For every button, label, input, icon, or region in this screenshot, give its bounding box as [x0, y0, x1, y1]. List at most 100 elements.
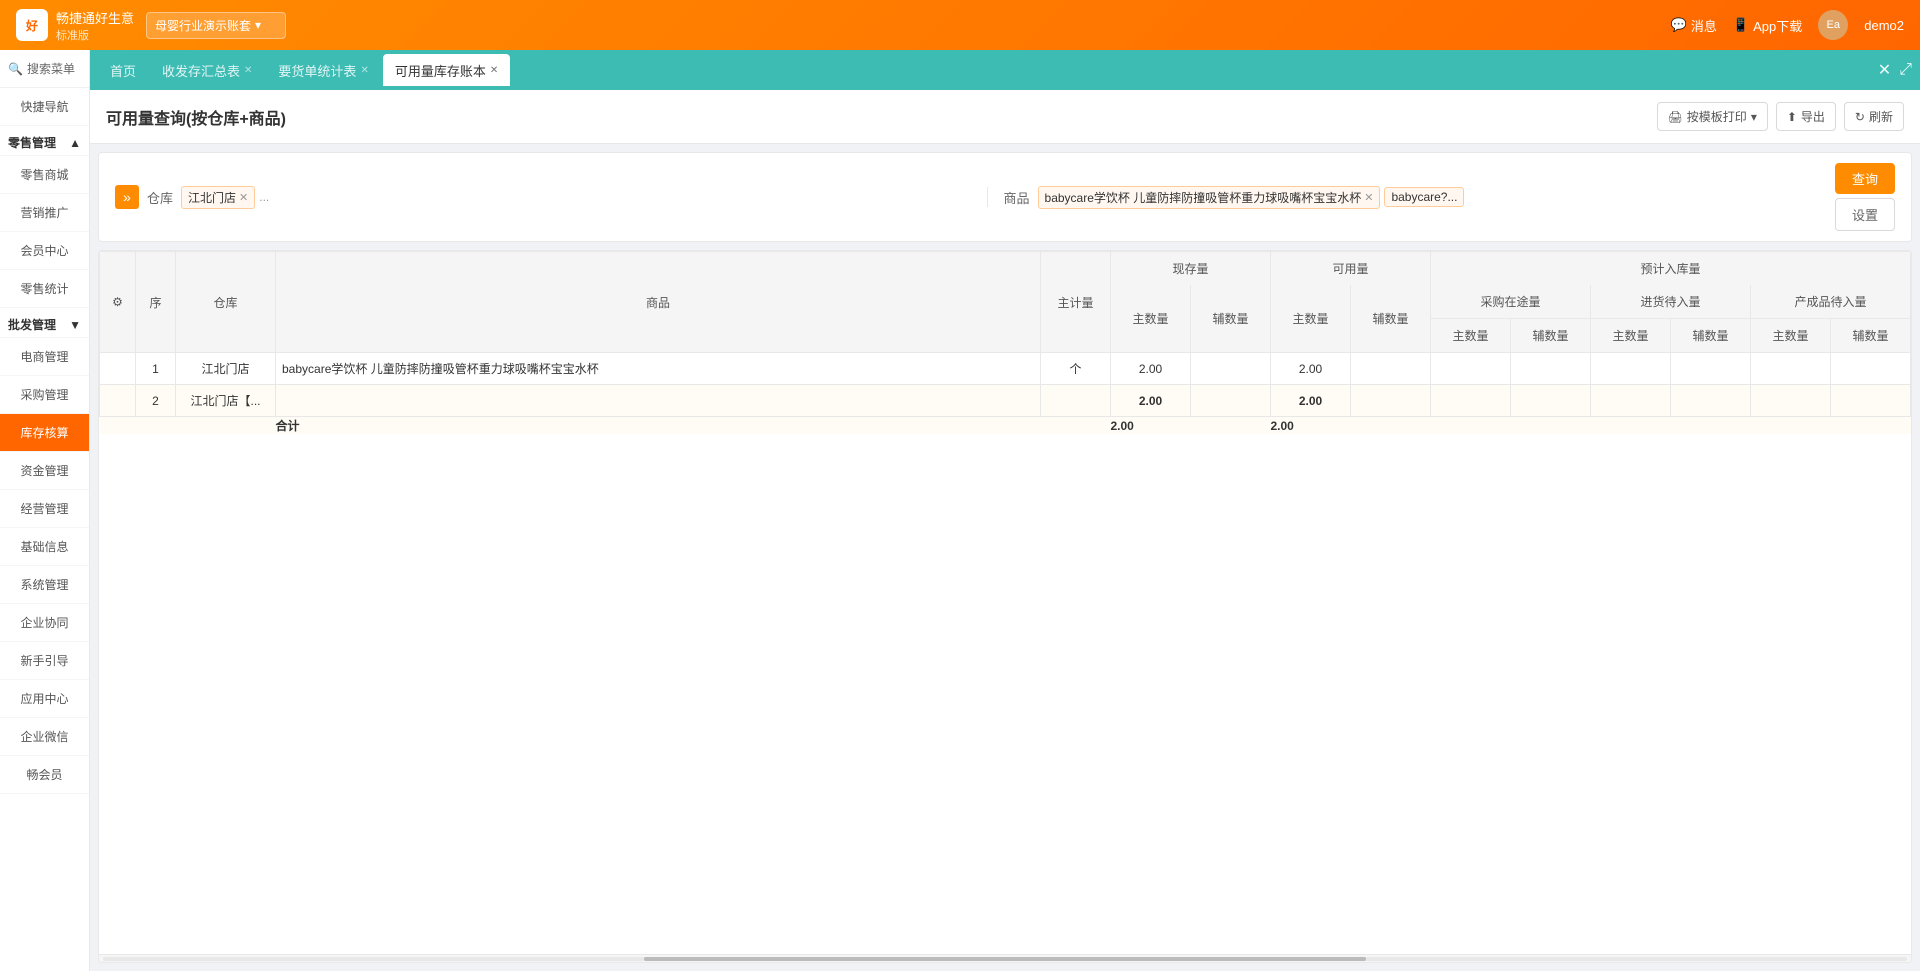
sidebar-item-member[interactable]: 畅会员 — [0, 756, 89, 794]
th-current-stock-main: 主数量 — [1111, 285, 1191, 353]
query-buttons: 查询 设置 — [1835, 163, 1895, 231]
industry-selector[interactable]: 母婴行业演示账套 ▾ — [146, 12, 286, 39]
username[interactable]: demo2 — [1864, 18, 1904, 33]
cell-warehouse-2: 江北门店【... — [176, 385, 276, 417]
th-available-main: 主数量 — [1271, 285, 1351, 353]
sidebar-item-inventory[interactable]: 库存核算 — [0, 414, 89, 452]
product-tag-2: babycare?... — [1384, 187, 1464, 207]
tab-bar-right: ✕ ⤢ — [1878, 60, 1912, 80]
summary-row: 合计 2.00 2.00 — [100, 417, 1911, 435]
cell-unit-1: 个 — [1041, 353, 1111, 385]
product-tag-1-close[interactable]: ✕ — [1364, 191, 1373, 204]
sidebar-item-retail-stats[interactable]: 零售统计 — [0, 270, 89, 308]
print-icon: 🖨 — [1668, 110, 1683, 124]
export-button[interactable]: ⬆ 导出 — [1776, 102, 1836, 131]
search-label: 搜索菜单 — [27, 60, 75, 77]
cell-goods-main-2 — [1591, 385, 1671, 417]
tab-receipt-summary[interactable]: 收发存汇总表 ✕ — [150, 54, 264, 86]
maximize-button[interactable]: ⤢ — [1899, 61, 1912, 79]
marketing-label: 营销推广 — [20, 206, 68, 220]
avatar[interactable]: Ea — [1818, 10, 1848, 40]
chevron-down-icon-print: ▾ — [1751, 110, 1757, 124]
sidebar-item-member-center[interactable]: 会员中心 — [0, 232, 89, 270]
refresh-label: 刷新 — [1869, 108, 1893, 125]
cell-prod-aux-2 — [1831, 385, 1911, 417]
sidebar-item-wechat[interactable]: 企业微信 — [0, 718, 89, 756]
cell-purchase-aux-1 — [1511, 353, 1591, 385]
tab-available-inventory-close[interactable]: ✕ — [490, 65, 498, 76]
cell-product-2 — [276, 385, 1041, 417]
cell-product-1: babycare学饮杯 儿童防摔防撞吸管杯重力球吸嘴杯宝宝水杯 — [276, 353, 1041, 385]
warehouse-filter-tags: 江北门店 ✕ ... — [181, 186, 970, 209]
th-main-unit: 主计量 — [1041, 252, 1111, 353]
tab-receipt-summary-label: 收发存汇总表 — [162, 61, 240, 80]
sidebar-item-finance[interactable]: 资金管理 — [0, 452, 89, 490]
logo-subtitle: 标准版 — [56, 27, 134, 43]
sidebar-item-ecommerce[interactable]: 电商管理 — [0, 338, 89, 376]
refresh-button[interactable]: ↻ 刷新 — [1844, 102, 1904, 131]
tab-home[interactable]: 首页 — [98, 54, 148, 86]
template-print-button[interactable]: 🖨 按模板打印 ▾ — [1657, 102, 1768, 131]
sidebar-item-wholesale-management[interactable]: 批发管理 ▼ — [0, 308, 89, 338]
horizontal-scrollbar[interactable] — [99, 954, 1911, 962]
app-download-button[interactable]: 📱 App下载 — [1733, 16, 1802, 35]
sidebar-item-enterprise[interactable]: 企业协同 — [0, 604, 89, 642]
sidebar-search[interactable]: 🔍 搜索菜单 — [0, 50, 89, 88]
filter-expand-button[interactable]: » — [115, 185, 139, 209]
scrollbar-thumb[interactable] — [644, 957, 1366, 961]
warehouse-more[interactable]: ... — [259, 190, 269, 204]
operations-label: 经营管理 — [20, 502, 68, 516]
sidebar-item-basic-info[interactable]: 基础信息 — [0, 528, 89, 566]
sidebar-item-quick-nav[interactable]: 快捷导航 — [0, 88, 89, 126]
page-actions: 🖨 按模板打印 ▾ ⬆ 导出 ↻ 刷新 — [1657, 102, 1904, 143]
template-print-label: 按模板打印 — [1687, 108, 1747, 125]
summary-purchase-aux — [1511, 417, 1591, 435]
th-available: 可用量 — [1271, 252, 1431, 286]
warehouse-tag-close[interactable]: ✕ — [239, 191, 248, 204]
sidebar-item-retail-management[interactable]: 零售管理 ▲ — [0, 126, 89, 156]
tab-requisition[interactable]: 要货单统计表 ✕ — [266, 54, 380, 86]
export-icon: ⬆ — [1787, 110, 1797, 124]
summary-prod-aux — [1831, 417, 1911, 435]
page-header: 可用量查询(按仓库+商品) 🖨 按模板打印 ▾ ⬆ 导出 ↻ 刷新 — [90, 90, 1920, 144]
filter-divider — [987, 187, 988, 207]
sidebar-item-operations[interactable]: 经营管理 — [0, 490, 89, 528]
logo-text-block: 畅捷通好生意 标准版 — [56, 8, 134, 43]
sidebar-item-purchase[interactable]: 采购管理 — [0, 376, 89, 414]
summary-empty-1 — [100, 417, 136, 435]
th-num: 序 — [136, 252, 176, 353]
th-purchase-transit-main: 主数量 — [1431, 319, 1511, 353]
sidebar-item-system[interactable]: 系统管理 — [0, 566, 89, 604]
sidebar-item-guide[interactable]: 新手引导 — [0, 642, 89, 680]
product-tag-1-value: babycare学饮杯 儿童防摔防撞吸管杯重力球吸嘴杯宝宝水杯 — [1045, 189, 1362, 206]
retail-mall-label: 零售商城 — [20, 168, 68, 182]
content-area: 可用量查询(按仓库+商品) 🖨 按模板打印 ▾ ⬆ 导出 ↻ 刷新 — [90, 90, 1920, 971]
chevron-down-icon: ▾ — [255, 18, 261, 32]
tab-requisition-close[interactable]: ✕ — [360, 65, 368, 76]
sidebar-item-app-center[interactable]: 应用中心 — [0, 680, 89, 718]
sidebar-item-retail-mall[interactable]: 零售商城 — [0, 156, 89, 194]
summary-prod-main — [1751, 417, 1831, 435]
logo: 好 畅捷通好生意 标准版 — [16, 8, 134, 43]
setting-button[interactable]: 设置 — [1835, 198, 1895, 231]
tab-requisition-label: 要货单统计表 — [278, 61, 356, 80]
tab-receipt-summary-close[interactable]: ✕ — [244, 65, 252, 76]
refresh-icon: ↻ — [1855, 110, 1865, 124]
query-button[interactable]: 查询 — [1835, 163, 1895, 194]
cell-goods-main-1 — [1591, 353, 1671, 385]
summary-label: 合计 — [276, 417, 1041, 435]
cell-avail-main-1: 2.00 — [1271, 353, 1351, 385]
filter-area: » 仓库 江北门店 ✕ ... 商品 babycare学饮杯 儿童防摔防撞吸管杯… — [98, 152, 1912, 242]
close-all-button[interactable]: ✕ — [1878, 60, 1891, 80]
query-btn-group: 查询 设置 — [1835, 163, 1895, 231]
avatar-initials: Ea — [1827, 19, 1840, 31]
message-button[interactable]: 💬 消息 — [1671, 16, 1717, 35]
sidebar-item-marketing[interactable]: 营销推广 — [0, 194, 89, 232]
guide-label: 新手引导 — [20, 654, 68, 668]
tab-available-inventory[interactable]: 可用量库存账本 ✕ — [383, 54, 510, 86]
app-center-label: 应用中心 — [20, 692, 68, 706]
summary-empty-4 — [1041, 417, 1111, 435]
th-settings[interactable]: ⚙ — [100, 252, 136, 353]
th-purchase-transit: 采购在途量 — [1431, 285, 1591, 319]
cell-settings-1 — [100, 353, 136, 385]
